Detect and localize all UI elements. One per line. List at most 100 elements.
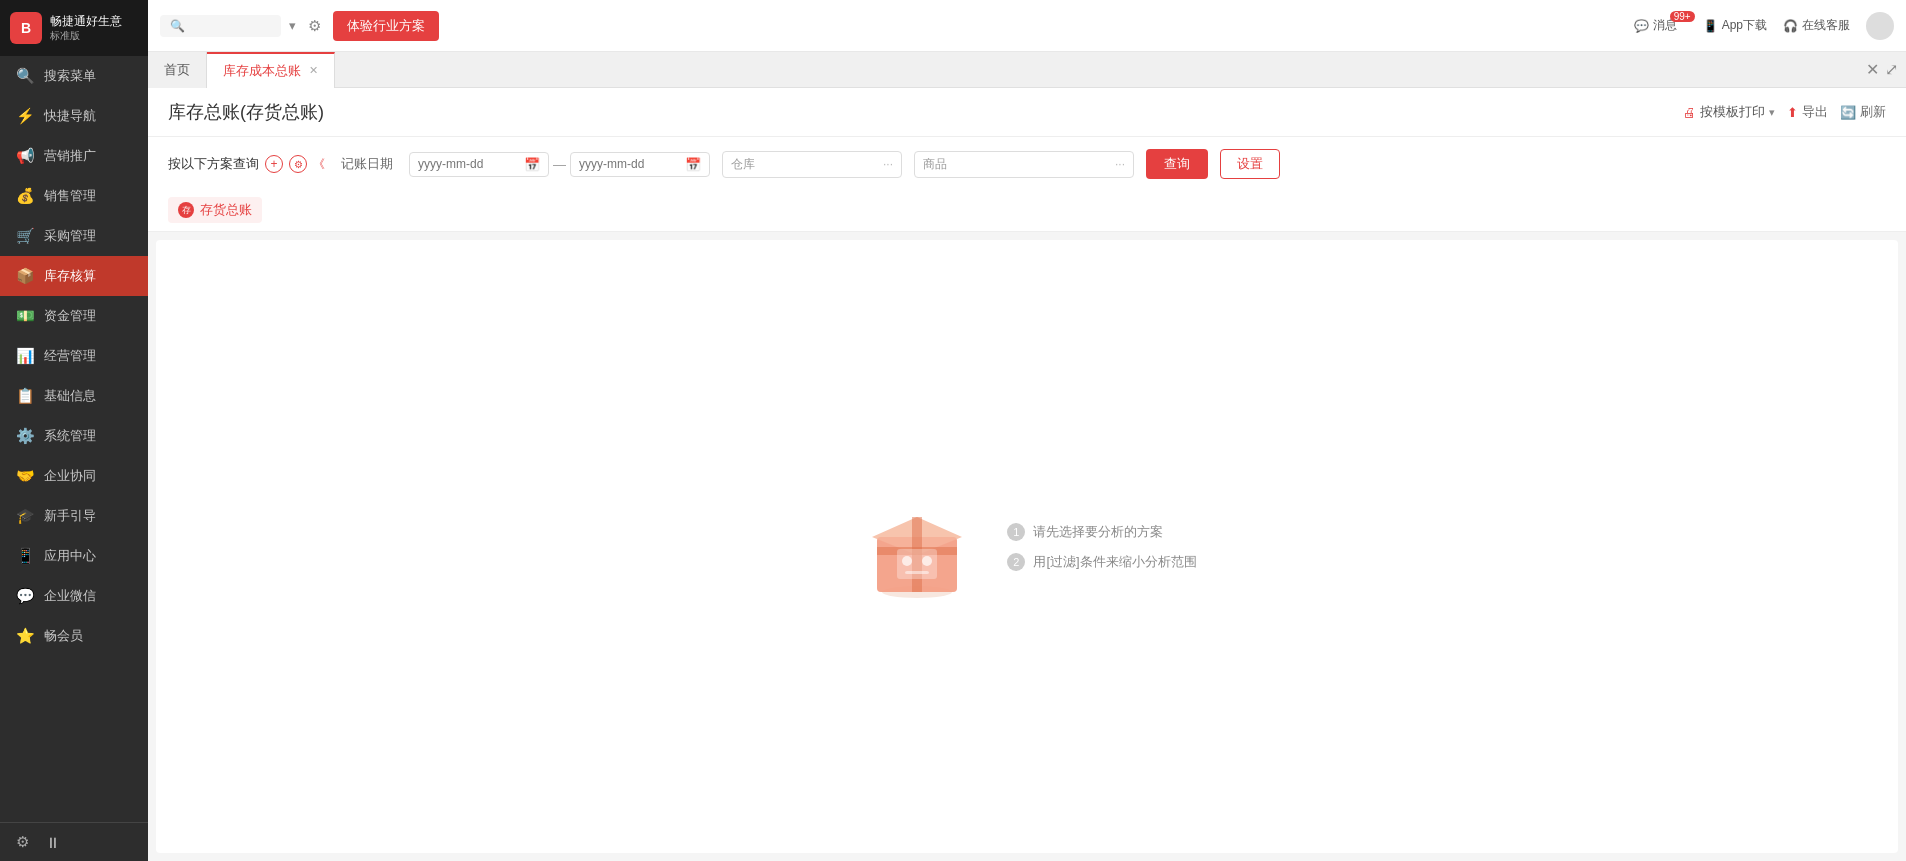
filter-section-label: 按以下方案查询 + ⚙ 《 bbox=[168, 155, 325, 173]
warehouse-select[interactable]: 仓库 ··· bbox=[722, 151, 902, 178]
empty-state: 1 请先选择要分析的方案 2 用[过滤]条件来缩小分析范围 bbox=[156, 240, 1898, 853]
logo-main: 畅捷通好生意 bbox=[50, 14, 122, 30]
calendar-to-icon[interactable]: 📅 bbox=[685, 157, 701, 172]
scheme-item-inventory[interactable]: 存 存货总账 bbox=[168, 197, 262, 223]
sidebar-item-label: 企业微信 bbox=[44, 587, 96, 605]
sidebar-item-label: 快捷导航 bbox=[44, 107, 96, 125]
topbar-search-area[interactable]: 🔍 bbox=[160, 15, 281, 37]
wechat-icon: 💬 bbox=[16, 587, 34, 605]
tip-item-2: 2 用[过滤]条件来缩小分析范围 bbox=[1007, 553, 1196, 571]
date-filter-label: 记账日期 bbox=[341, 155, 393, 173]
message-item[interactable]: 💬 消息 99+ bbox=[1634, 17, 1687, 34]
trial-button[interactable]: 体验行业方案 bbox=[333, 11, 439, 41]
app-logo: B 畅捷通好生意 标准版 bbox=[0, 0, 148, 56]
sidebar-item-inventory[interactable]: 📦 库存核算 bbox=[0, 256, 148, 296]
topbar-left: 🔍 ▾ ⚙ 体验行业方案 bbox=[160, 11, 1626, 41]
logo-sub: 标准版 bbox=[50, 29, 122, 42]
sidebar-item-wechat[interactable]: 💬 企业微信 bbox=[0, 576, 148, 616]
filter-area: 按以下方案查询 + ⚙ 《 记账日期 📅 — 📅 bbox=[148, 137, 1906, 232]
topbar-gear-btn[interactable]: ⚙ bbox=[304, 17, 325, 35]
topbar: 🔍 ▾ ⚙ 体验行业方案 💬 消息 99+ 📱 App下载 🎧 在线客服 bbox=[148, 0, 1906, 52]
print-chevron-icon[interactable]: ▾ bbox=[1769, 106, 1775, 119]
sidebar-item-basic-info[interactable]: 📋 基础信息 bbox=[0, 376, 148, 416]
refresh-icon: 🔄 bbox=[1840, 105, 1856, 120]
sidebar-scroll: 🔍 搜索菜单 ⚡ 快捷导航 📢 营销推广 💰 销售管理 🛒 采购管理 📦 库存核… bbox=[0, 56, 148, 822]
print-btn-group[interactable]: 🖨 按模板打印 ▾ bbox=[1683, 103, 1775, 121]
page-title: 库存总账(存货总账) bbox=[168, 100, 324, 124]
sidebar-item-search-menu[interactable]: 🔍 搜索菜单 bbox=[0, 56, 148, 96]
settings-button[interactable]: 设置 bbox=[1220, 149, 1280, 179]
logo-icon: B bbox=[10, 12, 42, 44]
goods-select[interactable]: 商品 ··· bbox=[914, 151, 1134, 178]
dropdown-arrow[interactable]: ▾ bbox=[289, 18, 296, 33]
warehouse-more-icon[interactable]: ··· bbox=[883, 157, 893, 171]
member-icon: ⭐ bbox=[16, 627, 34, 645]
filter-scheme-row: 存 存货总账 bbox=[168, 191, 1886, 231]
tab-inventory-cost[interactable]: 库存成本总账 ✕ bbox=[207, 52, 335, 88]
toggle-sidebar-icon[interactable]: ⏸ bbox=[45, 834, 60, 851]
sidebar-item-member[interactable]: ⭐ 畅会员 bbox=[0, 616, 148, 656]
sidebar-item-quick-nav[interactable]: ⚡ 快捷导航 bbox=[0, 96, 148, 136]
date-to-field[interactable] bbox=[579, 157, 679, 171]
scheme-settings-icon[interactable]: ⚙ bbox=[289, 155, 307, 173]
date-to-input[interactable]: 📅 bbox=[570, 152, 710, 177]
online-service-item[interactable]: 🎧 在线客服 bbox=[1783, 17, 1850, 34]
close-tab-icon[interactable]: ✕ bbox=[309, 64, 318, 77]
date-from-input[interactable]: 📅 bbox=[409, 152, 549, 177]
date-input-group: 📅 — 📅 bbox=[409, 152, 710, 177]
sidebar-item-label: 企业协同 bbox=[44, 467, 96, 485]
search-input[interactable] bbox=[191, 19, 271, 33]
app-download-item[interactable]: 📱 App下载 bbox=[1703, 17, 1767, 34]
tip-num-1: 1 bbox=[1007, 523, 1025, 541]
sidebar-item-sales[interactable]: 💰 销售管理 bbox=[0, 176, 148, 216]
print-icon: 🖨 bbox=[1683, 105, 1696, 120]
sidebar-item-marketing[interactable]: 📢 营销推广 bbox=[0, 136, 148, 176]
print-label[interactable]: 按模板打印 bbox=[1700, 103, 1765, 121]
tab-home[interactable]: 首页 bbox=[148, 52, 207, 88]
sidebar-item-label: 库存核算 bbox=[44, 267, 96, 285]
sidebar-item-system[interactable]: ⚙️ 系统管理 bbox=[0, 416, 148, 456]
sidebar-item-label: 经营管理 bbox=[44, 347, 96, 365]
system-icon: ⚙️ bbox=[16, 427, 34, 445]
main-area: 🔍 ▾ ⚙ 体验行业方案 💬 消息 99+ 📱 App下载 🎧 在线客服 bbox=[148, 0, 1906, 861]
sidebar-item-label: 应用中心 bbox=[44, 547, 96, 565]
date-from-field[interactable] bbox=[418, 157, 518, 171]
refresh-btn[interactable]: 🔄 刷新 bbox=[1840, 103, 1886, 121]
export-icon: ⬆ bbox=[1787, 105, 1798, 120]
goods-more-icon[interactable]: ··· bbox=[1115, 157, 1125, 171]
add-scheme-btn[interactable]: + bbox=[265, 155, 283, 173]
sidebar-item-label: 基础信息 bbox=[44, 387, 96, 405]
page-content: 库存总账(存货总账) 🖨 按模板打印 ▾ ⬆ 导出 🔄 刷新 bbox=[148, 88, 1906, 861]
user-avatar[interactable] bbox=[1866, 12, 1894, 40]
sidebar-item-label: 销售管理 bbox=[44, 187, 96, 205]
inventory-icon: 📦 bbox=[16, 267, 34, 285]
sidebar-bottom: ⚙ ⏸ bbox=[0, 822, 148, 861]
sidebar-item-guide[interactable]: 🎓 新手引导 bbox=[0, 496, 148, 536]
phone-icon: 📱 bbox=[1703, 19, 1718, 33]
query-button[interactable]: 查询 bbox=[1146, 149, 1208, 179]
scheme-label: 存货总账 bbox=[200, 201, 252, 219]
export-btn[interactable]: ⬆ 导出 bbox=[1787, 103, 1828, 121]
calendar-from-icon[interactable]: 📅 bbox=[524, 157, 540, 172]
collapse-filter-icon[interactable]: 《 bbox=[313, 156, 325, 173]
logo-text: 畅捷通好生意 标准版 bbox=[50, 14, 122, 43]
sidebar-item-label: 搜索菜单 bbox=[44, 67, 96, 85]
close-right-panel-btn[interactable]: ✕ bbox=[1866, 60, 1879, 79]
sidebar-item-label: 资金管理 bbox=[44, 307, 96, 325]
headset-icon: 🎧 bbox=[1783, 19, 1798, 33]
settings-bottom-icon[interactable]: ⚙ bbox=[16, 833, 29, 851]
sidebar-item-finance[interactable]: 💵 资金管理 bbox=[0, 296, 148, 336]
sidebar-item-cooperation[interactable]: 🤝 企业协同 bbox=[0, 456, 148, 496]
topbar-right: 💬 消息 99+ 📱 App下载 🎧 在线客服 bbox=[1634, 12, 1894, 40]
sidebar-item-operations[interactable]: 📊 经营管理 bbox=[0, 336, 148, 376]
tip-text-2: 用[过滤]条件来缩小分析范围 bbox=[1033, 553, 1196, 571]
empty-content: 1 请先选择要分析的方案 2 用[过滤]条件来缩小分析范围 bbox=[857, 487, 1196, 607]
sidebar-item-purchase[interactable]: 🛒 采购管理 bbox=[0, 216, 148, 256]
finance-icon: 💵 bbox=[16, 307, 34, 325]
basic-info-icon: 📋 bbox=[16, 387, 34, 405]
empty-illustration bbox=[857, 487, 977, 607]
cooperation-icon: 🤝 bbox=[16, 467, 34, 485]
tab-home-label: 首页 bbox=[164, 61, 190, 79]
sidebar-item-app-center[interactable]: 📱 应用中心 bbox=[0, 536, 148, 576]
expand-icon[interactable]: ⤢ bbox=[1885, 60, 1898, 79]
